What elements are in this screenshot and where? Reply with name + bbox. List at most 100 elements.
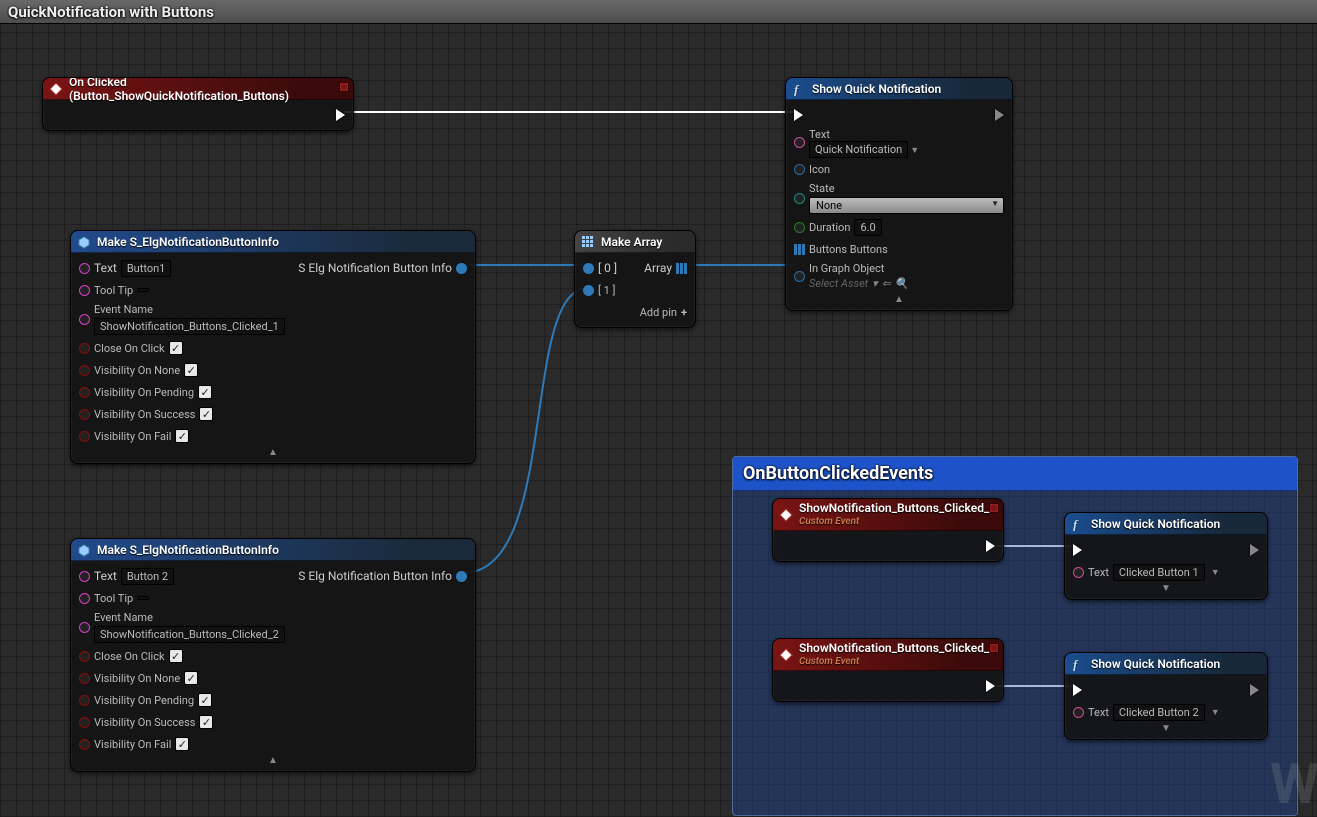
node-show-quick-mini-2[interactable]: f Show Quick Notification Text Clicked B… <box>1064 652 1268 740</box>
expand-node-icon[interactable]: ▲ <box>786 294 1012 306</box>
pin-vis-fail[interactable] <box>79 739 90 750</box>
pin-text[interactable] <box>1073 707 1084 718</box>
expand-node-icon[interactable]: ▲ <box>71 755 475 767</box>
pin-graph-object[interactable] <box>794 271 805 282</box>
exec-in-pin[interactable] <box>794 109 803 121</box>
vis-pending-checkbox[interactable]: ✓ <box>198 385 212 399</box>
pin-close[interactable] <box>79 651 90 662</box>
text-input[interactable]: Clicked Button 1 <box>1113 564 1205 581</box>
close-checkbox[interactable]: ✓ <box>169 341 183 355</box>
pin-array-out[interactable] <box>676 263 687 274</box>
text-input[interactable]: Button1 <box>121 260 172 277</box>
breakpoint-indicator-icon[interactable] <box>989 643 999 653</box>
vis-pending-checkbox[interactable]: ✓ <box>198 693 212 707</box>
text-input[interactable]: Button 2 <box>121 568 174 585</box>
asset-picker[interactable]: Select Asset ▾ ⇐ 🔍 <box>809 277 909 290</box>
label: Close On Click <box>94 342 165 355</box>
label: Tool Tip <box>94 592 133 605</box>
node-title: Make Array <box>601 235 662 249</box>
node-header: Make S_ElgNotificationButtonInfo <box>71 539 475 561</box>
pin-tooltip[interactable] <box>79 285 90 296</box>
tooltip-input[interactable] <box>137 288 149 292</box>
pin-tooltip[interactable] <box>79 593 90 604</box>
exec-out-pin[interactable] <box>336 109 345 121</box>
exec-out-pin[interactable] <box>1250 684 1259 696</box>
tooltip-input[interactable] <box>137 596 149 600</box>
chevron-down-icon[interactable]: ▾ <box>872 277 878 290</box>
label: Text <box>809 128 919 141</box>
close-checkbox[interactable]: ✓ <box>169 649 183 663</box>
node-on-clicked-event[interactable]: On Clicked (Button_ShowQuickNotification… <box>42 77 354 131</box>
breakpoint-indicator-icon[interactable] <box>339 82 349 92</box>
node-custom-event-1[interactable]: ShowNotification_Buttons_Clicked_1 Custo… <box>772 498 1004 562</box>
pin-text[interactable] <box>79 571 90 582</box>
node-show-quick-notification[interactable]: f Show Quick Notification Text Quick Not… <box>785 77 1013 311</box>
pin-vis-success[interactable] <box>79 409 90 420</box>
browse-icon[interactable]: 🔍 <box>895 277 909 290</box>
pin-vis-none[interactable] <box>79 365 90 376</box>
pin-struct-out[interactable] <box>456 263 467 274</box>
node-make-struct-1[interactable]: Make S_ElgNotificationButtonInfo Text Bu… <box>70 230 476 464</box>
text-input[interactable]: Clicked Button 2 <box>1113 704 1205 721</box>
out-label: S Elg Notification Button Info <box>298 569 452 583</box>
pin-vis-fail[interactable] <box>79 431 90 442</box>
pin-duration[interactable] <box>794 222 805 233</box>
exec-out-pin[interactable] <box>986 540 995 552</box>
svg-text:f: f <box>794 82 800 96</box>
pin-vis-pending[interactable] <box>79 387 90 398</box>
label: Text <box>1088 566 1109 579</box>
use-selected-icon[interactable]: ⇐ <box>882 277 891 290</box>
expand-node-icon[interactable]: ▲ <box>71 447 475 459</box>
vis-none-checkbox[interactable]: ✓ <box>184 363 198 377</box>
text-value-input[interactable]: Quick Notification <box>809 141 908 158</box>
pin-in-1[interactable] <box>583 285 594 296</box>
pin-struct-out[interactable] <box>456 571 467 582</box>
node-make-array[interactable]: Make Array [ 0 ] Array [ 1 ] Add pin + <box>574 230 696 328</box>
comment-title[interactable]: OnButtonClickedEvents <box>733 457 1297 491</box>
pin-icon[interactable] <box>794 164 805 175</box>
function-icon: f <box>792 82 806 96</box>
expand-node-icon[interactable]: ▼ <box>1065 583 1267 595</box>
exec-out-pin[interactable] <box>1250 544 1259 556</box>
pin-in-0[interactable] <box>583 263 594 274</box>
vis-success-checkbox[interactable]: ✓ <box>199 715 213 729</box>
svg-text:f: f <box>1073 657 1079 671</box>
node-show-quick-mini-1[interactable]: f Show Quick Notification Text Clicked B… <box>1064 512 1268 600</box>
pin-text[interactable] <box>794 137 805 148</box>
expand-node-icon[interactable]: ▼ <box>1065 723 1267 735</box>
duration-input[interactable]: 6.0 <box>854 219 881 236</box>
pin-vis-success[interactable] <box>79 717 90 728</box>
pin-buttons-array[interactable] <box>794 244 805 255</box>
pin-close[interactable] <box>79 343 90 354</box>
exec-in-pin[interactable] <box>1073 684 1082 696</box>
blueprint-canvas[interactable]: On Clicked (Button_ShowQuickNotification… <box>0 24 1317 817</box>
chevron-down-icon[interactable]: ▼ <box>1211 707 1220 718</box>
chevron-down-icon[interactable]: ▼ <box>910 146 919 156</box>
exec-out-pin[interactable] <box>995 109 1004 121</box>
exec-out-pin[interactable] <box>986 680 995 692</box>
exec-in-pin[interactable] <box>1073 544 1082 556</box>
label: State <box>809 182 1004 195</box>
chevron-down-icon[interactable]: ▼ <box>1211 567 1220 578</box>
pin-vis-pending[interactable] <box>79 695 90 706</box>
eventname-input[interactable]: ShowNotification_Buttons_Clicked_1 <box>94 318 285 335</box>
pin-eventname[interactable] <box>79 314 90 325</box>
vis-fail-checkbox[interactable]: ✓ <box>175 429 189 443</box>
pin-vis-none[interactable] <box>79 673 90 684</box>
pin-eventname[interactable] <box>79 622 90 633</box>
pin-state[interactable] <box>794 193 805 204</box>
state-dropdown[interactable]: None <box>809 197 1004 214</box>
label: Text <box>94 261 117 275</box>
vis-none-checkbox[interactable]: ✓ <box>184 671 198 685</box>
node-make-struct-2[interactable]: Make S_ElgNotificationButtonInfo Text Bu… <box>70 538 476 772</box>
pin-text[interactable] <box>79 263 90 274</box>
vis-fail-checkbox[interactable]: ✓ <box>175 737 189 751</box>
pin-text[interactable] <box>1073 567 1084 578</box>
label: [ 0 ] <box>598 261 617 275</box>
node-header: ShowNotification_Buttons_Clicked_1 Custo… <box>773 499 1003 531</box>
breakpoint-indicator-icon[interactable] <box>989 503 999 513</box>
vis-success-checkbox[interactable]: ✓ <box>199 407 213 421</box>
add-pin-icon[interactable]: + <box>681 306 687 319</box>
node-custom-event-2[interactable]: ShowNotification_Buttons_Clicked_2 Custo… <box>772 638 1004 702</box>
eventname-input[interactable]: ShowNotification_Buttons_Clicked_2 <box>94 626 285 643</box>
